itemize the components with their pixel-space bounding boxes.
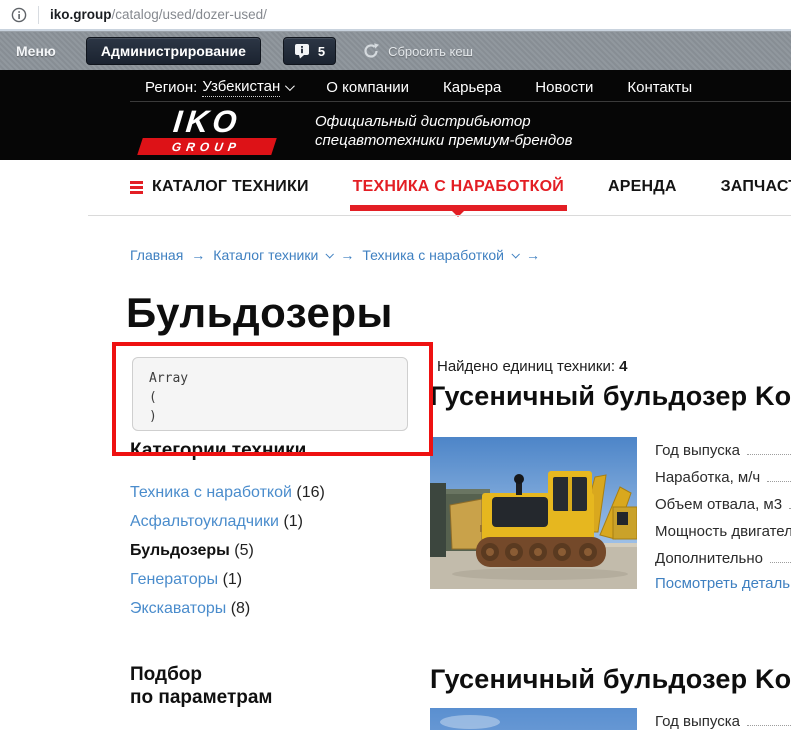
admin-menu-button[interactable]: Меню	[16, 43, 56, 59]
nav-item-catalog[interactable]: КАТАЛОГ ТЕХНИКИ	[130, 178, 309, 196]
product-specs: Год выпуска Наработка, м/ч Объем отвала,…	[655, 432, 791, 592]
notifications-count: 5	[317, 43, 326, 59]
view-details-link[interactable]: Посмотреть детально	[655, 575, 791, 592]
product-specs: Год выпуска	[655, 703, 791, 730]
spec-row: Мощность двигателя	[655, 523, 791, 540]
category-link[interactable]: Генераторы	[130, 571, 218, 588]
nav-item-catalog-label: КАТАЛОГ ТЕХНИКИ	[152, 178, 309, 195]
hamburger-icon	[130, 180, 143, 194]
header-link-news[interactable]: Новости	[535, 79, 593, 96]
product-photo-bulldozer[interactable]	[430, 437, 637, 589]
categories-list: Техника с наработкой (16) Асфальтоукладч…	[130, 478, 325, 623]
category-link[interactable]: Асфальтоукладчики	[130, 513, 279, 530]
active-tab-underline	[349, 205, 567, 217]
breadcrumb-used-equipment[interactable]: Техника с наработкой	[362, 247, 504, 263]
category-count: (8)	[230, 600, 251, 617]
header-divider	[130, 101, 791, 102]
chevron-down-icon[interactable]	[511, 250, 520, 259]
product-photo-bulldozer[interactable]	[430, 708, 637, 730]
dotted-leader	[769, 562, 791, 563]
dotted-leader	[767, 481, 791, 482]
breadcrumb: Главная → Каталог техники → Техника с на…	[130, 247, 540, 263]
nav-item-spare-parts[interactable]: ЗАПЧАСТИ	[721, 178, 791, 196]
site-header: Регион: Узбекистан О компании Карьера Но…	[0, 70, 791, 160]
category-item-dozers-current: Бульдозеры (5)	[130, 536, 325, 565]
spec-row: Наработка, м/ч	[655, 459, 791, 486]
url-divider	[38, 6, 39, 24]
breadcrumb-home[interactable]: Главная	[130, 247, 183, 263]
header-link-about[interactable]: О компании	[326, 79, 409, 96]
spec-row: Дополнительно	[655, 540, 791, 567]
nav-item-used-equipment[interactable]: ТЕХНИКА С НАРАБОТКОЙ	[349, 178, 567, 217]
administration-button[interactable]: Администрирование	[85, 37, 261, 65]
region-value: Узбекистан	[202, 78, 281, 97]
categories-title: Категории техники	[130, 440, 307, 461]
region-selector[interactable]: Регион: Узбекистан	[145, 78, 296, 97]
page-title: Бульдозеры	[126, 289, 393, 337]
category-count: (1)	[283, 513, 303, 530]
dotted-leader	[747, 725, 791, 726]
breadcrumb-arrow-icon: →	[526, 247, 540, 263]
notifications-button[interactable]: 5	[282, 37, 337, 65]
breadcrumb-arrow-icon: →	[340, 247, 355, 263]
breadcrumb-catalog[interactable]: Каталог техники	[213, 247, 318, 263]
breadcrumb-arrow-icon: →	[191, 247, 206, 263]
category-link[interactable]: Экскаваторы	[130, 600, 226, 617]
clear-cache-label: Сбросить кеш	[388, 43, 473, 59]
header-link-contacts[interactable]: Контакты	[627, 79, 692, 96]
category-count: (5)	[234, 542, 254, 559]
product-title[interactable]: Гусеничный бульдозер Komatsu	[430, 664, 791, 695]
category-item-pavers: Асфальтоукладчики (1)	[130, 507, 325, 536]
admin-toolbar: Меню Администрирование 5 Сбросить кеш	[0, 31, 791, 70]
clear-cache-button[interactable]: Сбросить кеш	[362, 42, 473, 60]
results-count: Найдено единиц техники: 4	[437, 358, 628, 375]
category-item-used: Техника с наработкой (16)	[130, 478, 325, 507]
results-count-value: 4	[619, 358, 628, 375]
page: iko.group/catalog/used/dozer-used/ Меню …	[0, 0, 791, 730]
category-current-label: Бульдозеры	[130, 542, 230, 559]
url-domain: iko.group	[50, 7, 112, 22]
product-title[interactable]: Гусеничный бульдозер Komatsu	[430, 381, 791, 412]
browser-url-bar[interactable]: iko.group/catalog/used/dozer-used/	[0, 0, 791, 31]
spec-row: Объем отвала, м3	[655, 486, 791, 513]
address-url[interactable]: iko.group/catalog/used/dozer-used/	[50, 7, 267, 22]
region-prefix: Регион:	[145, 79, 198, 96]
company-logo[interactable]: IKO GROUP	[137, 104, 277, 155]
page-info-icon[interactable]	[11, 7, 27, 23]
nav-divider	[88, 215, 791, 216]
nav-item-rent[interactable]: АРЕНДА	[608, 178, 677, 196]
category-count: (16)	[296, 484, 325, 501]
category-count: (1)	[222, 571, 243, 588]
main-navigation: КАТАЛОГ ТЕХНИКИ ТЕХНИКА С НАРАБОТКОЙ АРЕ…	[0, 160, 791, 234]
dotted-leader	[747, 454, 791, 455]
spec-row: Год выпуска	[655, 703, 791, 730]
chevron-down-icon[interactable]	[325, 250, 335, 259]
tooltip-info-icon	[294, 44, 309, 59]
url-path: /catalog/used/dozer-used/	[111, 7, 267, 22]
header-tagline: Официальный дистрибьютор спецавтотехники…	[315, 113, 573, 149]
refresh-icon	[364, 43, 380, 58]
filter-by-params-title: Подбор по параметрам	[130, 664, 273, 708]
php-debug-output: Array ( )	[132, 357, 408, 431]
category-item-excavators: Экскаваторы (8)	[130, 594, 325, 623]
category-link[interactable]: Техника с наработкой	[130, 484, 292, 501]
chevron-down-icon	[285, 81, 296, 92]
spec-row: Год выпуска	[655, 432, 791, 459]
header-link-career[interactable]: Карьера	[443, 79, 501, 96]
logo-text-group: GROUP	[171, 139, 243, 154]
category-item-generators: Генераторы (1)	[130, 565, 325, 594]
logo-text-iko: IKO	[171, 104, 243, 139]
